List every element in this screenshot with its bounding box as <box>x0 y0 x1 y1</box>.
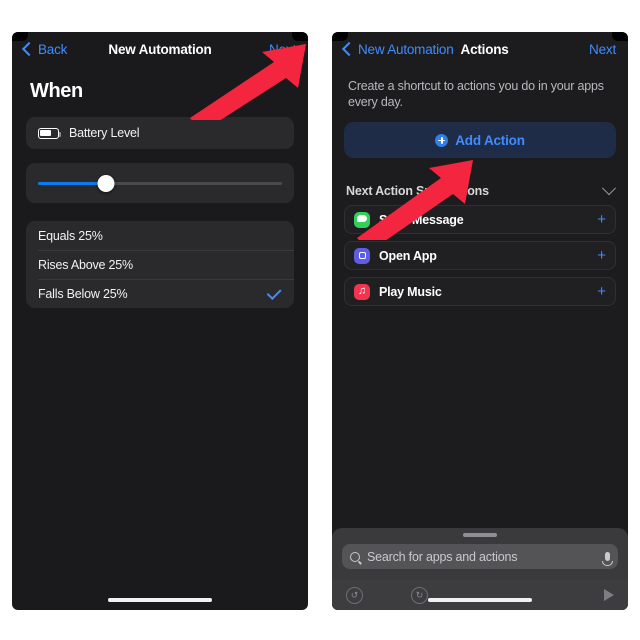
add-suggestion-button[interactable]: + <box>597 212 606 227</box>
search-placeholder: Search for apps and actions <box>367 549 518 564</box>
undo-icon[interactable]: ↺ <box>346 586 363 604</box>
battery-fill <box>40 130 52 136</box>
add-action-label: Add Action <box>455 132 525 148</box>
editor-toolbar: ↺ ↻ <box>332 580 628 610</box>
option-label: Falls Below 25% <box>38 286 128 301</box>
plus-circle-icon <box>435 133 449 147</box>
suggestion-row-send-message[interactable]: Send Message + <box>344 205 616 234</box>
add-action-button[interactable]: Add Action <box>344 122 616 158</box>
suggestion-label: Play Music <box>379 284 442 299</box>
suggestions-title: Next Action Suggestions <box>346 184 489 198</box>
battery-level-slider-card[interactable] <box>26 163 294 203</box>
section-heading-when: When <box>30 80 83 102</box>
messages-app-icon <box>354 211 370 228</box>
microphone-icon[interactable] <box>602 552 612 566</box>
home-indicator <box>108 598 212 602</box>
checkmark-icon <box>266 284 282 300</box>
battery-level-slider[interactable] <box>38 174 282 192</box>
right-phone-screen: New Automation Actions Next Create a sho… <box>332 32 628 610</box>
option-row-falls-below[interactable]: Falls Below 25% <box>26 279 294 308</box>
battery-cap <box>59 131 62 137</box>
suggestion-row-play-music[interactable]: Play Music + <box>344 277 616 306</box>
back-button-new-automation[interactable]: New Automation <box>341 41 454 57</box>
add-suggestion-button[interactable]: + <box>597 284 606 299</box>
suggestions-header[interactable]: Next Action Suggestions <box>346 181 617 198</box>
option-label: Rises Above 25% <box>38 257 133 272</box>
suggestion-row-open-app[interactable]: Open App + <box>344 241 616 270</box>
trigger-row[interactable]: Battery Level <box>26 117 294 149</box>
sheet-grabber[interactable] <box>463 533 497 537</box>
back-button-label: New Automation <box>358 41 454 57</box>
next-button[interactable]: Next <box>269 42 296 57</box>
home-indicator <box>428 598 532 602</box>
chevron-left-icon <box>21 41 37 57</box>
description-text: Create a shortcut to actions you do in y… <box>348 79 604 109</box>
condition-options-card: Equals 25% Rises Above 25% Falls Below 2… <box>26 221 294 308</box>
back-button-label: Back <box>38 41 68 57</box>
slider-track-fill <box>38 181 107 185</box>
open-app-icon <box>354 247 370 264</box>
right-nav-bar: New Automation Actions Next <box>332 32 628 66</box>
add-suggestion-button[interactable]: + <box>597 248 606 263</box>
option-label: Equals 25% <box>38 228 103 243</box>
option-row-rises-above[interactable]: Rises Above 25% <box>26 250 294 279</box>
slider-thumb[interactable] <box>97 174 115 192</box>
screenshot-stage: Back New Automation Next When Battery Le… <box>0 0 640 640</box>
play-icon[interactable] <box>604 589 614 601</box>
left-phone-screen: Back New Automation Next When Battery Le… <box>12 32 308 610</box>
back-button[interactable]: Back <box>21 41 68 57</box>
chevron-left-icon <box>341 41 357 57</box>
redo-icon[interactable]: ↻ <box>411 586 428 604</box>
search-input[interactable]: Search for apps and actions <box>342 544 618 569</box>
search-icon <box>350 551 360 562</box>
battery-icon <box>38 127 62 139</box>
left-nav-bar: Back New Automation Next <box>12 32 308 66</box>
suggestion-label: Send Message <box>379 212 464 227</box>
music-app-icon <box>354 283 370 300</box>
next-button[interactable]: Next <box>589 42 616 57</box>
trigger-card[interactable]: Battery Level <box>26 117 294 149</box>
option-row-equals[interactable]: Equals 25% <box>26 221 294 250</box>
chevron-down-icon[interactable] <box>601 181 617 196</box>
suggestion-label: Open App <box>379 248 437 263</box>
trigger-label: Battery Level <box>69 126 140 140</box>
page-title: Actions <box>460 41 509 57</box>
